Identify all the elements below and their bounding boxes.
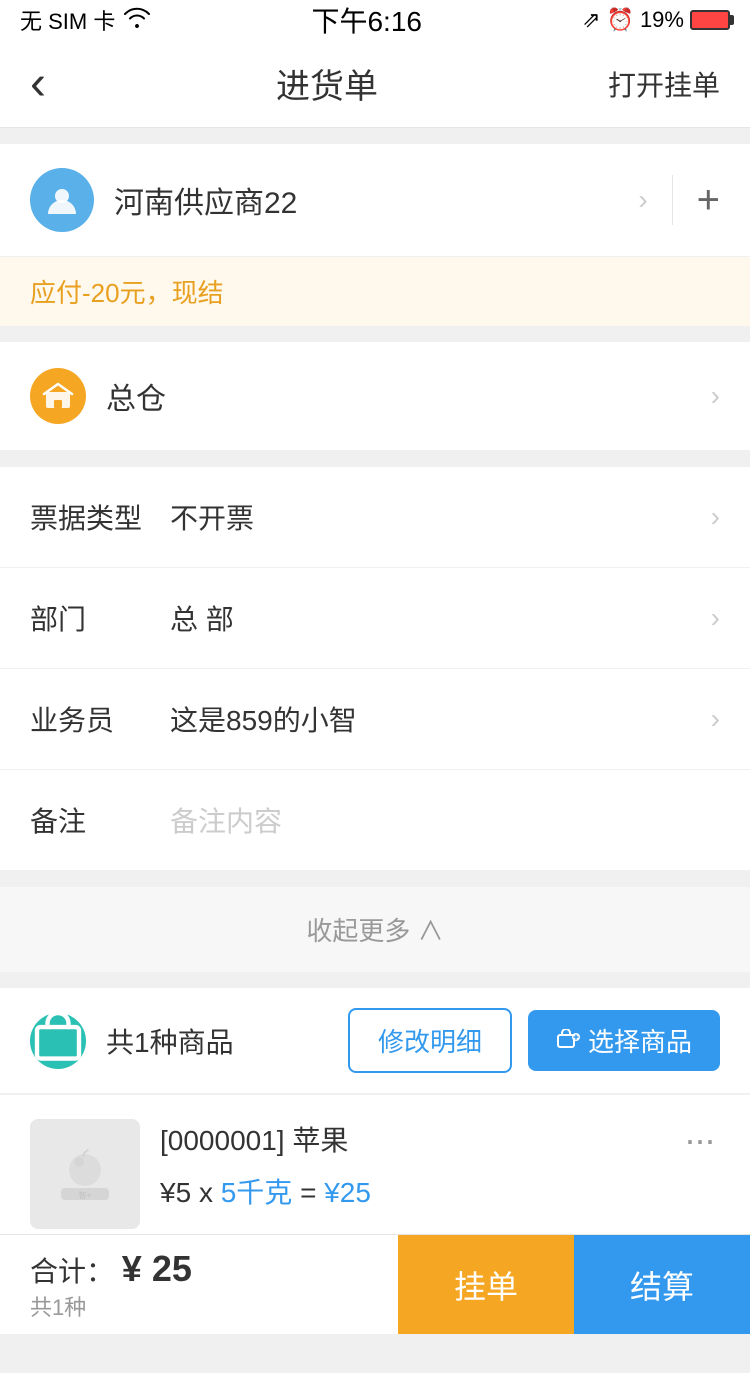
department-chevron-icon: › bbox=[711, 602, 720, 634]
product-thumbnail: 智+ bbox=[30, 1119, 140, 1229]
product-more-button[interactable]: ··· bbox=[678, 1119, 720, 1161]
supplier-card: 河南供应商22 › + 应付-20元，现结 bbox=[0, 144, 750, 326]
supplier-notice: 应付-20元，现结 bbox=[0, 257, 750, 326]
alarm-icon: ⏰ bbox=[607, 7, 634, 33]
supplier-row[interactable]: 河南供应商22 › + bbox=[0, 144, 750, 257]
checkout-button[interactable]: 结算 bbox=[574, 1235, 750, 1334]
supplier-divider bbox=[672, 175, 673, 225]
status-left: 无 SIM 卡 bbox=[20, 4, 151, 36]
status-time: 下午6:16 bbox=[311, 0, 422, 40]
svg-text:智+: 智+ bbox=[79, 1190, 92, 1200]
department-value: 总 部 bbox=[170, 598, 711, 638]
collapse-row[interactable]: 收起更多 ∧ bbox=[0, 887, 750, 972]
product-name: [0000001] 苹果 bbox=[160, 1119, 678, 1159]
warehouse-name: 总仓 bbox=[106, 374, 711, 418]
location-icon: ⇗ bbox=[582, 7, 600, 33]
add-supplier-button[interactable]: + bbox=[697, 178, 720, 223]
footer-total: 合计： ¥ 25 共1种 bbox=[0, 1235, 398, 1334]
product-equals: = bbox=[300, 1177, 324, 1208]
department-row[interactable]: 部门 总 部 › bbox=[0, 568, 750, 669]
remark-label: 备注 bbox=[30, 800, 170, 840]
suspend-button[interactable]: 挂单 bbox=[398, 1235, 574, 1334]
remark-placeholder: 备注内容 bbox=[170, 800, 720, 840]
open-suspend-button[interactable]: 打开挂单 bbox=[608, 64, 720, 104]
products-icon bbox=[30, 1013, 86, 1069]
product-code: [0000001] bbox=[160, 1125, 285, 1156]
salesperson-row[interactable]: 业务员 这是859的小智 › bbox=[0, 669, 750, 770]
supplier-chevron-icon: › bbox=[638, 184, 647, 216]
warehouse-row[interactable]: 总仓 › bbox=[0, 342, 750, 451]
nav-bar: ‹ 进货单 打开挂单 bbox=[0, 40, 750, 128]
status-right: ⇗ ⏰ 19% bbox=[582, 7, 730, 33]
product-unit-price: ¥5 bbox=[160, 1177, 191, 1208]
back-button[interactable]: ‹ bbox=[30, 56, 46, 111]
invoice-type-value: 不开票 bbox=[170, 497, 711, 537]
product-price: ¥5 x 5千克 = ¥25 bbox=[160, 1171, 678, 1211]
salesperson-label: 业务员 bbox=[30, 699, 170, 739]
total-amount: ¥ 25 bbox=[122, 1248, 192, 1289]
footer-product-count: 共1种 bbox=[30, 1290, 368, 1322]
supplier-name: 河南供应商22 bbox=[114, 178, 638, 222]
warehouse-card: 总仓 › bbox=[0, 342, 750, 451]
invoice-type-chevron-icon: › bbox=[711, 501, 720, 533]
footer: 合计： ¥ 25 共1种 挂单 结算 bbox=[0, 1234, 750, 1334]
sim-label: 无 SIM 卡 bbox=[20, 4, 115, 36]
product-item: 智+ [0000001] 苹果 ¥5 x 5千克 = ¥25 ··· bbox=[0, 1094, 750, 1253]
warehouse-chevron-icon: › bbox=[711, 380, 720, 412]
select-product-label: 选择商品 bbox=[588, 1022, 692, 1059]
product-total: ¥25 bbox=[324, 1177, 371, 1208]
remark-row[interactable]: 备注 备注内容 bbox=[0, 770, 750, 871]
cart-icon bbox=[556, 1029, 580, 1053]
salesperson-chevron-icon: › bbox=[711, 703, 720, 735]
product-multiply: x bbox=[199, 1177, 221, 1208]
battery-icon bbox=[690, 10, 730, 30]
invoice-type-label: 票据类型 bbox=[30, 497, 170, 537]
footer-total-line1: 合计： ¥ 25 bbox=[30, 1248, 368, 1290]
select-product-button[interactable]: 选择商品 bbox=[528, 1010, 720, 1071]
products-count: 共1种商品 bbox=[106, 1021, 348, 1061]
main-content: 河南供应商22 › + 应付-20元，现结 总仓 › 票据类型 不开票 › bbox=[0, 144, 750, 1373]
invoice-type-row[interactable]: 票据类型 不开票 › bbox=[0, 467, 750, 568]
page-title: 进货单 bbox=[276, 59, 378, 108]
total-label: 合计： bbox=[30, 1256, 114, 1287]
supplier-avatar bbox=[30, 168, 94, 232]
salesperson-value: 这是859的小智 bbox=[170, 699, 711, 739]
product-title: 苹果 bbox=[292, 1125, 348, 1156]
product-info: [0000001] 苹果 ¥5 x 5千克 = ¥25 bbox=[160, 1119, 678, 1211]
edit-detail-button[interactable]: 修改明细 bbox=[348, 1008, 512, 1073]
department-label: 部门 bbox=[30, 598, 170, 638]
battery-percent: 19% bbox=[640, 7, 684, 33]
wifi-icon bbox=[123, 6, 151, 35]
product-quantity: 5千克 bbox=[221, 1177, 293, 1208]
products-header: 共1种商品 修改明细 选择商品 bbox=[0, 988, 750, 1094]
warehouse-icon bbox=[30, 368, 86, 424]
status-bar: 无 SIM 卡 下午6:16 ⇗ ⏰ 19% bbox=[0, 0, 750, 40]
form-card: 票据类型 不开票 › 部门 总 部 › 业务员 这是859的小智 › 备注 备注… bbox=[0, 467, 750, 871]
